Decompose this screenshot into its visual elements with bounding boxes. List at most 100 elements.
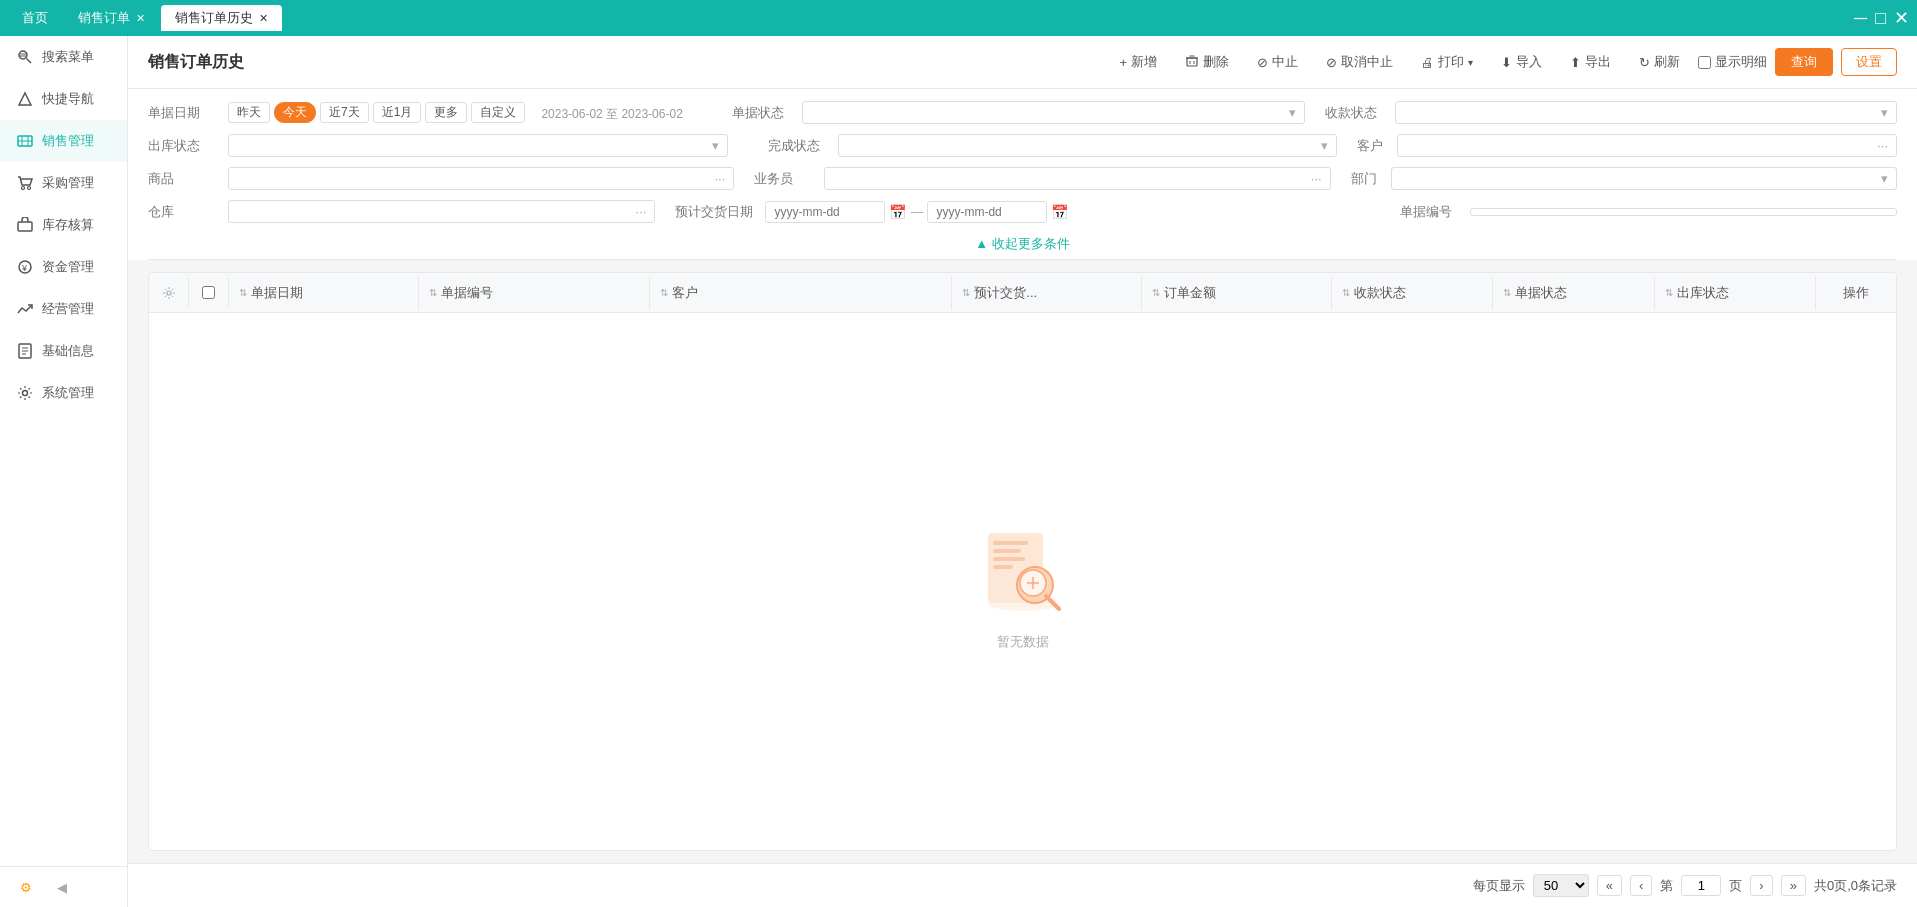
- refresh-button[interactable]: ↻ 刷新: [1629, 49, 1690, 75]
- th-payment-status[interactable]: ⇅ 收款状态: [1332, 276, 1494, 310]
- date-1month-btn[interactable]: 近1月: [373, 102, 422, 123]
- tab-sales-order-close[interactable]: ✕: [136, 12, 145, 25]
- th-amount-label: 订单金额: [1164, 284, 1216, 302]
- th-payment-label: 收款状态: [1354, 284, 1406, 302]
- th-actions: 操作: [1816, 276, 1896, 310]
- date-today-btn[interactable]: 今天: [274, 102, 316, 123]
- sidebar-collapse-icon[interactable]: ◀: [52, 877, 72, 897]
- collapse-btn[interactable]: ▲ 收起更多条件: [975, 235, 1069, 253]
- tab-sales-order-history-close[interactable]: ✕: [259, 12, 268, 25]
- sort-icon-date: ⇅: [239, 287, 247, 298]
- th-checkbox[interactable]: [189, 278, 229, 307]
- tab-home[interactable]: 首页: [8, 5, 62, 31]
- customer-input[interactable]: ···: [1397, 134, 1897, 157]
- filter-section: 单据日期 昨天 今天 近7天 近1月: [128, 89, 1917, 260]
- th-no[interactable]: ⇅ 单据编号: [419, 276, 651, 310]
- main-content: 销售订单历史 + 新增 删除 ⊘ 中止 ⊘ 取消中: [128, 36, 1917, 907]
- sidebar-item-purchase[interactable]: 采购管理: [0, 162, 127, 204]
- tab-sales-order-history-label: 销售订单历史: [175, 9, 253, 27]
- page-input[interactable]: [1681, 875, 1721, 896]
- sidebar-item-operations[interactable]: 经营管理: [0, 288, 127, 330]
- per-page-select[interactable]: 50 20 100: [1533, 874, 1589, 897]
- window-max-button[interactable]: □: [1875, 9, 1886, 27]
- refresh-icon: ↻: [1639, 55, 1650, 70]
- query-button[interactable]: 查询: [1775, 48, 1833, 76]
- tab-home-label: 首页: [22, 9, 48, 27]
- import-button[interactable]: ⬇ 导入: [1491, 49, 1552, 75]
- th-order-status[interactable]: ⇅ 单据状态: [1493, 276, 1655, 310]
- th-date[interactable]: ⇅ 单据日期: [229, 276, 419, 310]
- salesperson-input[interactable]: ···: [824, 167, 1330, 190]
- select-all-checkbox[interactable]: [202, 286, 215, 299]
- sidebar-label-operations: 经营管理: [42, 300, 94, 318]
- collapse-row: ▲ 收起更多条件: [148, 229, 1897, 260]
- window-close-button[interactable]: ✕: [1894, 9, 1909, 27]
- th-settings[interactable]: [149, 278, 189, 308]
- order-no-input[interactable]: [1470, 208, 1897, 216]
- sidebar-item-sales[interactable]: 销售管理: [0, 120, 127, 162]
- expected-date-group: 📅 — 📅: [765, 201, 1379, 223]
- date-more-btn[interactable]: 更多: [425, 102, 467, 123]
- date-yesterday-btn[interactable]: 昨天: [228, 102, 270, 123]
- date-separator: —: [910, 204, 923, 219]
- show-detail-input[interactable]: [1698, 56, 1711, 69]
- sidebar-item-basic-info[interactable]: 基础信息: [0, 330, 127, 372]
- empty-text: 暂无数据: [997, 633, 1049, 651]
- first-page-btn[interactable]: «: [1597, 875, 1622, 896]
- print-button[interactable]: 🖨 打印 ▾: [1411, 49, 1483, 75]
- sidebar-item-finance[interactable]: ¥ 资金管理: [0, 246, 127, 288]
- expected-date-label: 预计交货日期: [675, 203, 765, 221]
- print-label: 打印: [1438, 53, 1464, 71]
- payment-status-select[interactable]: ▾: [1395, 101, 1897, 124]
- svg-point-9: [22, 187, 25, 190]
- product-input[interactable]: ···: [228, 167, 734, 190]
- dept-select[interactable]: ▾: [1391, 167, 1897, 190]
- purchase-icon: [16, 174, 34, 192]
- delete-button[interactable]: 删除: [1175, 49, 1239, 75]
- warehouse-input[interactable]: ···: [228, 200, 655, 223]
- last-page-btn[interactable]: »: [1781, 875, 1806, 896]
- order-status-select[interactable]: ▾: [802, 101, 1304, 124]
- sidebar-label-purchase: 采购管理: [42, 174, 94, 192]
- window-min-button[interactable]: ─: [1854, 9, 1867, 27]
- th-no-label: 单据编号: [441, 284, 493, 302]
- date-quick-btns: 昨天 今天 近7天 近1月 更多: [228, 102, 525, 123]
- complete-status-select[interactable]: ▾: [838, 134, 1338, 157]
- expected-date-end[interactable]: [927, 201, 1047, 223]
- expected-date-start[interactable]: [765, 201, 885, 223]
- new-button[interactable]: + 新增: [1109, 49, 1167, 75]
- product-dots: ···: [714, 171, 725, 186]
- export-label: 导出: [1585, 53, 1611, 71]
- sidebar-item-system[interactable]: 系统管理: [0, 372, 127, 414]
- th-amount[interactable]: ⇅ 订单金额: [1142, 276, 1332, 310]
- th-delivery-status[interactable]: ⇅ 出库状态: [1655, 276, 1817, 310]
- show-detail-label: 显示明细: [1715, 53, 1767, 71]
- th-delivery-label: 预计交货...: [974, 284, 1037, 302]
- th-customer[interactable]: ⇅ 客户: [650, 276, 952, 310]
- export-button[interactable]: ⬆ 导出: [1560, 49, 1621, 75]
- cancel-stop-button[interactable]: ⊘ 取消中止: [1316, 49, 1403, 75]
- settings-button[interactable]: 设置: [1841, 48, 1897, 76]
- date-custom-btn[interactable]: 自定义: [471, 102, 525, 123]
- sort-icon-delivery: ⇅: [962, 287, 970, 298]
- next-page-btn[interactable]: ›: [1750, 875, 1772, 896]
- date-range-text: 2023-06-02 至 2023-06-02: [541, 106, 682, 123]
- tab-sales-order[interactable]: 销售订单 ✕: [64, 5, 159, 31]
- sidebar-item-quick-nav[interactable]: 快捷导航: [0, 78, 127, 120]
- th-delivery[interactable]: ⇅ 预计交货...: [952, 276, 1142, 310]
- tab-sales-order-history[interactable]: 销售订单历史 ✕: [161, 5, 282, 31]
- prev-page-btn[interactable]: ‹: [1630, 875, 1652, 896]
- sidebar-settings-icon[interactable]: ⚙: [16, 877, 36, 897]
- sidebar-label-finance: 资金管理: [42, 258, 94, 276]
- new-icon: +: [1119, 55, 1127, 70]
- date-7days-btn[interactable]: 近7天: [320, 102, 369, 123]
- stop-button[interactable]: ⊘ 中止: [1247, 49, 1308, 75]
- out-stock-select[interactable]: ▾: [228, 134, 728, 157]
- cancel-stop-label: 取消中止: [1341, 53, 1393, 71]
- sidebar-item-search-menu[interactable]: 搜索菜单: [0, 36, 127, 78]
- salesperson-dots: ···: [1311, 171, 1322, 186]
- sidebar-item-inventory[interactable]: 库存核算: [0, 204, 127, 246]
- show-detail-checkbox[interactable]: 显示明细: [1698, 53, 1767, 71]
- table-header: ⇅ 单据日期 ⇅ 单据编号 ⇅ 客户 ⇅ 预计交货... ⇅ 订单金额: [149, 273, 1896, 313]
- sort-icon-payment: ⇅: [1342, 287, 1350, 298]
